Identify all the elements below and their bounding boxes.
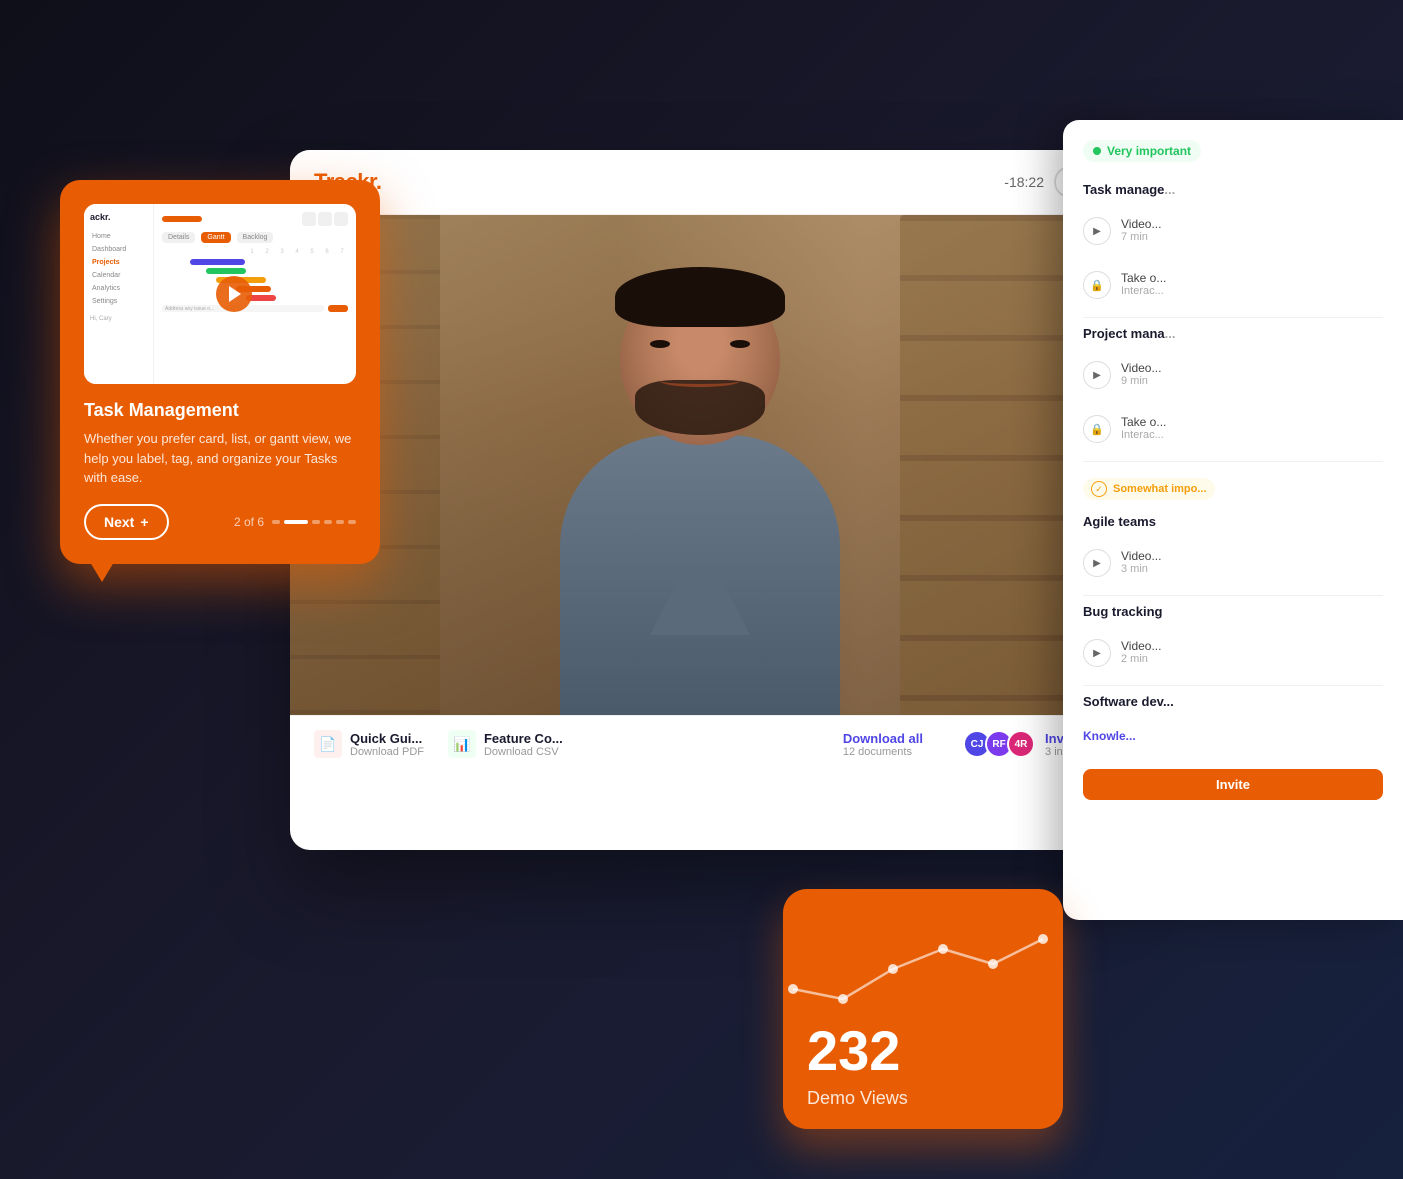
download-all-link[interactable]: Download all (843, 731, 923, 746)
next-button[interactable]: Next + (84, 504, 169, 540)
mini-nav-analytics: Analytics (90, 282, 147, 295)
tooltip-description: Whether you prefer card, list, or gantt … (84, 429, 356, 488)
task-video-text: Video... 7 min (1121, 217, 1161, 243)
avatar-group: CJ RF 4R (963, 730, 1035, 758)
task-lock-item: 🔒 Take o... Interac... (1083, 263, 1383, 307)
agile-video-item[interactable]: ▶ Video... 3 min (1083, 541, 1383, 585)
somewhat-importance-badge: ✓ Somewhat impo... (1083, 478, 1215, 500)
progress-dot-1 (272, 520, 280, 524)
progress-dots (272, 520, 356, 524)
main-video-card: Trackr. -18:22 › (290, 150, 1110, 850)
tooltip-title: Task Management (84, 400, 356, 421)
video-area (290, 215, 1110, 715)
badge-text: Very important (1107, 144, 1191, 158)
pdf-doc-item: 📄 Quick Gui... Download PDF (314, 730, 424, 758)
card-bottom-bar: 📄 Quick Gui... Download PDF 📊 Feature Co… (290, 715, 1110, 772)
mini-brand: ackr. (90, 212, 147, 222)
tooltip-footer: Next + 2 of 6 (84, 504, 356, 540)
somewhat-text: Somewhat impo... (1113, 483, 1207, 495)
mini-tab-details: Details (162, 232, 195, 243)
mini-content: Details Gantt Backlog 1 2 3 4 5 6 7 (154, 204, 356, 384)
mini-nav-home: Home (90, 230, 147, 243)
mini-sidebar: ackr. Home Dashboard Projects Calendar A… (84, 204, 154, 384)
badge-dot (1093, 147, 1101, 155)
bug-video-item[interactable]: ▶ Video... 2 min (1083, 631, 1383, 675)
section-software-title: Software dev... (1083, 694, 1383, 709)
demo-views-number: 232 (807, 1023, 900, 1079)
knowledge-link[interactable]: Knowle... (1083, 729, 1136, 743)
task-lock-text: Take o... Interac... (1121, 271, 1166, 297)
software-link-item[interactable]: Knowle... (1083, 721, 1383, 751)
pdf-doc-sub: Download PDF (350, 746, 424, 758)
importance-badge: Very important (1083, 140, 1201, 162)
csv-doc-text: Feature Co... Download CSV (484, 731, 563, 758)
project-lock-item: 🔒 Take o... Interac... (1083, 407, 1383, 451)
mini-nav-calendar: Calendar (90, 269, 147, 282)
progress-dot-6 (348, 520, 356, 524)
lock-icon-2: 🔒 (1083, 415, 1111, 443)
play-button-3[interactable]: ▶ (1083, 549, 1111, 577)
project-video-item[interactable]: ▶ Video... 9 min (1083, 353, 1383, 397)
next-btn-label: Next (104, 514, 134, 530)
csv-doc-sub: Download CSV (484, 746, 563, 758)
mini-user: Hi, Cary (90, 316, 147, 322)
divider-1 (1083, 317, 1383, 318)
mini-play-icon (229, 286, 241, 302)
section-project-title: Project mana... (1083, 326, 1383, 341)
section-agile-title: Agile teams (1083, 514, 1383, 529)
section-task-manage-title: Task manage... (1083, 182, 1383, 197)
mini-nav-projects: Projects (90, 256, 147, 269)
task-video-item[interactable]: ▶ Video... 7 min (1083, 209, 1383, 253)
timer-text: -18:22 (1004, 174, 1044, 190)
pdf-doc-name: Quick Gui... (350, 731, 424, 746)
next-btn-icon: + (140, 514, 148, 530)
avatar-4r: 4R (1007, 730, 1035, 758)
mini-nav-settings: Settings (90, 295, 147, 308)
play-button-1[interactable]: ▶ (1083, 217, 1111, 245)
project-lock-text: Take o... Interac... (1121, 415, 1166, 441)
progress-dot-2 (284, 520, 308, 524)
mini-tab-backlog: Backlog (237, 232, 274, 243)
project-video-text: Video... 9 min (1121, 361, 1161, 387)
mini-app-preview: ackr. Home Dashboard Projects Calendar A… (84, 204, 356, 384)
demo-views-label: Demo Views (807, 1088, 908, 1109)
pdf-doc-text: Quick Gui... Download PDF (350, 731, 424, 758)
divider-2 (1083, 461, 1383, 462)
divider-3 (1083, 595, 1383, 596)
download-all-count: 12 documents (843, 746, 923, 758)
play-button-4[interactable]: ▶ (1083, 639, 1111, 667)
tooltip-card: ackr. Home Dashboard Projects Calendar A… (60, 180, 380, 564)
right-panel: Very important Task manage... ▶ Video...… (1063, 120, 1403, 920)
download-all-section: Download all 12 documents (843, 731, 923, 758)
gantt-rows (162, 259, 348, 301)
csv-doc-item: 📊 Feature Co... Download CSV (448, 730, 563, 758)
somewhat-check-icon: ✓ (1091, 481, 1107, 497)
invite-button[interactable]: Invite (1083, 769, 1383, 800)
play-button-2[interactable]: ▶ (1083, 361, 1111, 389)
progress-section: 2 of 6 (234, 515, 356, 529)
progress-dot-4 (324, 520, 332, 524)
progress-counter: 2 of 6 (234, 515, 264, 529)
mini-nav-dashboard: Dashboard (90, 243, 147, 256)
gantt-header: 1 2 3 4 5 6 7 (162, 249, 348, 255)
lock-icon-1: 🔒 (1083, 271, 1111, 299)
card-header: Trackr. -18:22 › (290, 150, 1110, 215)
mini-tabs: Details Gantt Backlog (162, 232, 348, 243)
demo-chart (783, 909, 1063, 1029)
mini-play-overlay[interactable] (216, 276, 252, 312)
divider-4 (1083, 685, 1383, 686)
section-bug-title: Bug tracking (1083, 604, 1383, 619)
bug-video-text: Video... 2 min (1121, 639, 1161, 665)
csv-icon: 📊 (448, 730, 476, 758)
person-head-area (610, 275, 790, 475)
mini-tab-gantt: Gantt (201, 232, 230, 243)
csv-doc-name: Feature Co... (484, 731, 563, 746)
progress-dot-3 (312, 520, 320, 524)
pdf-icon: 📄 (314, 730, 342, 758)
agile-video-text: Video... 3 min (1121, 549, 1161, 575)
progress-dot-5 (336, 520, 344, 524)
demo-views-card: 232 Demo Views (783, 889, 1063, 1129)
